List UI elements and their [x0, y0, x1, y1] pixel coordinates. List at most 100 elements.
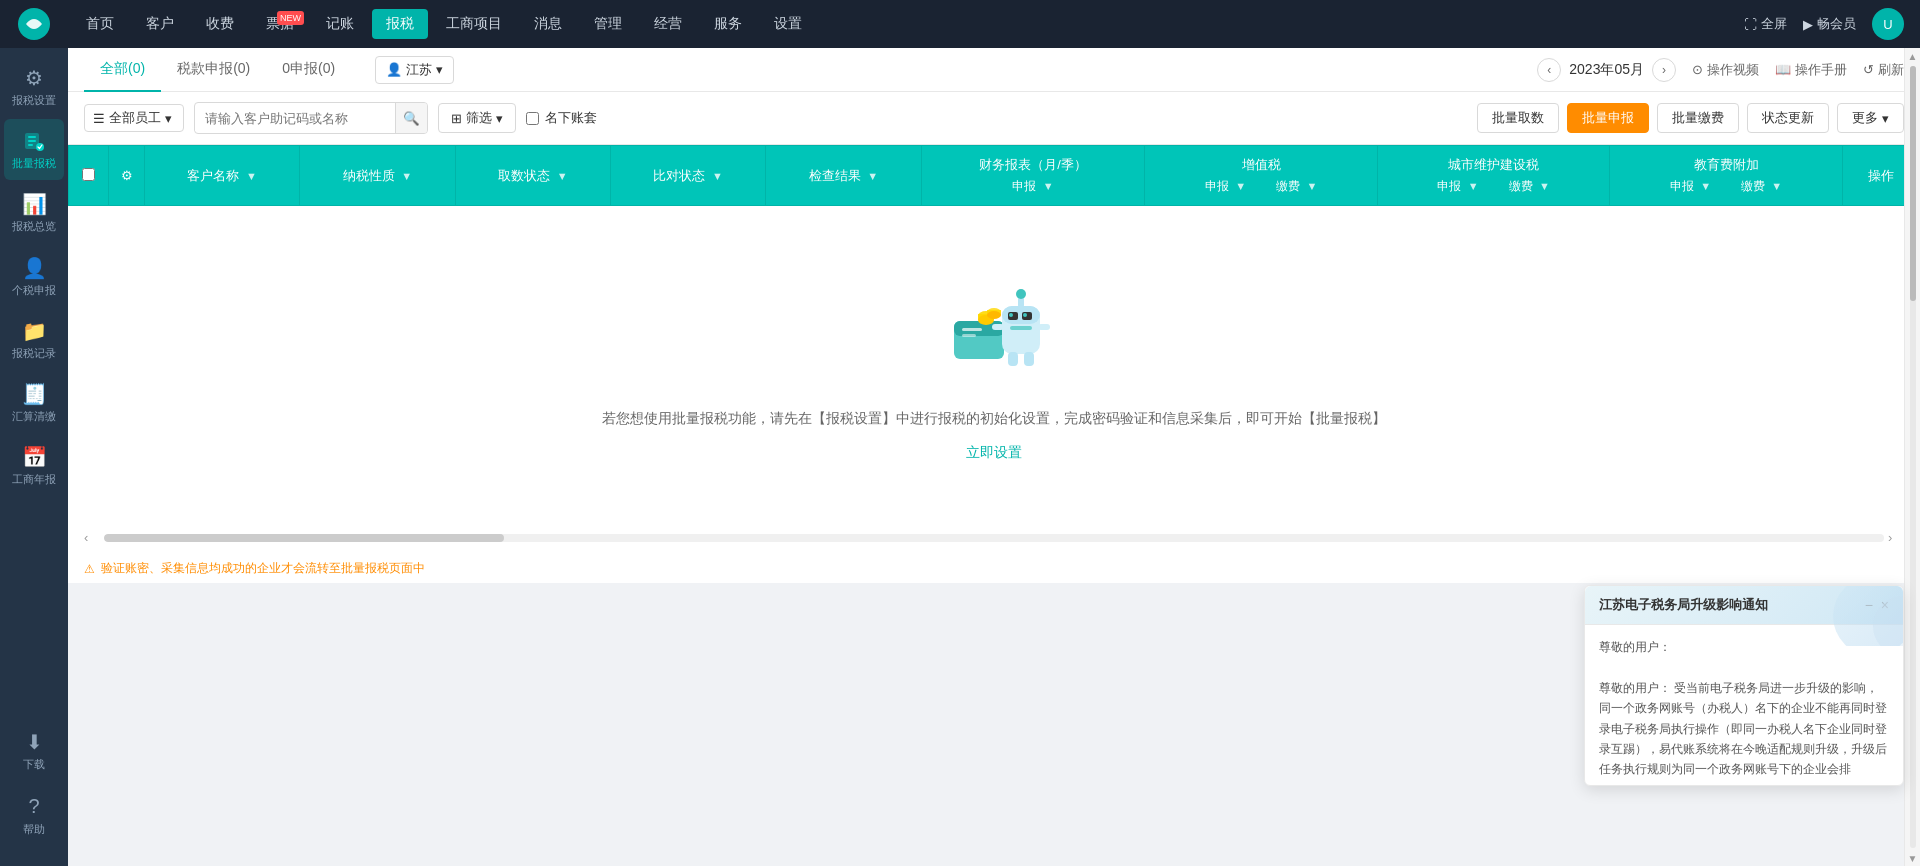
scrollbar-thumb	[104, 534, 504, 542]
notification-minimize-btn[interactable]: −	[1865, 597, 1873, 613]
new-badge: NEW	[277, 11, 304, 25]
refresh-btn[interactable]: ↺ 刷新	[1863, 61, 1904, 79]
th-tax-type: 纳税性质 ▼	[300, 146, 455, 206]
tab-tax-declaration[interactable]: 税款申报(0)	[161, 48, 266, 92]
filter-button[interactable]: ⊞ 筛选 ▾	[438, 103, 516, 133]
staff-selector[interactable]: ☰ 全部员工 ▾	[84, 104, 184, 132]
video-icon: ⊙	[1692, 62, 1703, 77]
operation-video-link[interactable]: ⊙ 操作视频	[1692, 61, 1759, 79]
sidebar-item-annual-report[interactable]: 📅 工商年报	[4, 435, 64, 496]
robot-illustration	[934, 266, 1054, 386]
svg-rect-28	[1024, 352, 1034, 366]
scroll-down-btn[interactable]: ▼	[1905, 850, 1921, 866]
nav-tax[interactable]: 报税	[372, 9, 428, 39]
fetch-status-filter-icon[interactable]: ▼	[557, 170, 568, 182]
nav-operation[interactable]: 经营	[640, 9, 696, 39]
sidebar-item-help[interactable]: ? 帮助	[4, 785, 64, 846]
sidebar-item-tax-records[interactable]: 📁 报税记录	[4, 309, 64, 370]
sidebar-label-tax-summary: 报税总览	[12, 220, 56, 233]
check-filter-icon[interactable]: ▼	[867, 170, 878, 182]
sidebar-item-download[interactable]: ⬇ 下载	[4, 720, 64, 781]
city-pay-filter[interactable]: ▼	[1539, 180, 1550, 192]
nav-home[interactable]: 首页	[72, 9, 128, 39]
setup-link[interactable]: 立即设置	[966, 444, 1022, 462]
th-edu: 教育费附加 申报 ▼ 缴费 ▼	[1610, 146, 1842, 206]
notification-text: 尊敬的用户：	[1599, 637, 1889, 657]
region-label: 江苏	[406, 61, 432, 79]
sidebar-item-tax-summary[interactable]: 📊 报税总览	[4, 182, 64, 243]
svg-rect-22	[1010, 326, 1032, 330]
vat-pay-filter[interactable]: ▼	[1306, 180, 1317, 192]
th-customer: 客户名称 申报 ▼	[145, 146, 300, 206]
top-navigation: 首页 客户 收费 票据 NEW 记账 报税 工商项目 消息 管理 经营 服务 设…	[0, 0, 1920, 48]
operation-manual-link[interactable]: 📖 操作手册	[1775, 61, 1847, 79]
nav-message[interactable]: 消息	[520, 9, 576, 39]
search-button[interactable]: 🔍	[395, 103, 427, 133]
search-input[interactable]	[195, 106, 395, 131]
th-gear[interactable]: ⚙	[109, 146, 145, 206]
compare-filter-icon[interactable]: ▼	[712, 170, 723, 182]
nav-manage[interactable]: 管理	[580, 9, 636, 39]
download-icon: ⬇	[22, 730, 46, 754]
tab-all[interactable]: 全部(0)	[84, 48, 161, 92]
sidebar-item-batch-tax[interactable]: 批量报税	[4, 119, 64, 180]
nav-biz[interactable]: 工商项目	[432, 9, 516, 39]
tab-all-count: 0	[133, 60, 141, 76]
horizontal-scrollbar[interactable]	[104, 534, 1884, 542]
month-navigation: ‹ 2023年05月 ›	[1537, 58, 1676, 82]
batch-declare-btn[interactable]: 批量申报	[1567, 103, 1649, 133]
vat-declare-filter[interactable]: ▼	[1235, 180, 1246, 192]
next-month-btn[interactable]: ›	[1652, 58, 1676, 82]
user-avatar[interactable]: U	[1872, 8, 1904, 40]
nav-billing[interactable]: 收费	[192, 9, 248, 39]
sidebar-item-tax-settings[interactable]: ⚙ 报税设置	[4, 56, 64, 117]
fullscreen-btn[interactable]: ⛶ 全屏	[1744, 15, 1787, 33]
edu-declare-filter[interactable]: ▼	[1700, 180, 1711, 192]
scroll-right-btn[interactable]: ›	[1888, 530, 1904, 546]
customer-sort-icon[interactable]: ▼	[246, 170, 257, 182]
book-icon: 📖	[1775, 62, 1791, 77]
tab-declare-count: 0	[238, 60, 246, 76]
edu-pay-filter[interactable]: ▼	[1771, 180, 1782, 192]
member-btn[interactable]: ▶ 畅会员	[1803, 15, 1856, 33]
sidebar-label-annual-report: 工商年报	[12, 473, 56, 486]
tab-zero-declaration[interactable]: 0申报(0)	[266, 48, 351, 92]
batch-tax-icon	[22, 129, 46, 153]
tax-records-icon: 📁	[22, 319, 46, 343]
nav-settings[interactable]: 设置	[760, 9, 816, 39]
notification-popup: 江苏电子税务局升级影响通知 − × 尊敬的用户： 尊敬的用户： 受当前电子税务局…	[1584, 585, 1904, 786]
name-accounts-input[interactable]	[526, 112, 539, 125]
city-declare-filter[interactable]: ▼	[1468, 180, 1479, 192]
toolbar-right: 批量取数 批量申报 批量缴费 状态更新 更多 ▾	[1477, 103, 1904, 133]
batch-fetch-btn[interactable]: 批量取数	[1477, 103, 1559, 133]
app-logo[interactable]	[16, 6, 52, 42]
more-btn[interactable]: 更多 ▾	[1837, 103, 1904, 133]
svg-rect-27	[1008, 352, 1018, 366]
name-accounts-checkbox[interactable]: 名下账套	[526, 109, 597, 127]
action-links: ⊙ 操作视频 📖 操作手册 ↺ 刷新	[1692, 61, 1904, 79]
scroll-up-btn[interactable]: ▲	[1905, 48, 1921, 64]
nav-customer[interactable]: 客户	[132, 9, 188, 39]
bottom-warning: ⚠ 验证账密、采集信息均成功的企业才会流转至批量报税页面中	[68, 554, 1920, 583]
nav-service[interactable]: 服务	[700, 9, 756, 39]
scroll-left-btn[interactable]: ‹	[84, 530, 100, 546]
tax-type-filter-icon[interactable]: ▼	[401, 170, 412, 182]
prev-month-btn[interactable]: ‹	[1537, 58, 1561, 82]
sidebar-item-personal-tax[interactable]: 👤 个税申报	[4, 246, 64, 307]
batch-pay-btn[interactable]: 批量缴费	[1657, 103, 1739, 133]
filter-icon: ⊞	[451, 111, 462, 126]
financial-filter-icon[interactable]: ▼	[1043, 180, 1054, 192]
status-update-btn[interactable]: 状态更新	[1747, 103, 1829, 133]
fullscreen-icon: ⛶	[1744, 17, 1757, 32]
th-fetch-status: 取数状态 ▼	[455, 146, 610, 206]
th-check-result: 检查结果 ▼	[766, 146, 921, 206]
notification-close-btn[interactable]: ×	[1881, 597, 1889, 613]
nav-accounting[interactable]: 记账	[312, 9, 368, 39]
sidebar-item-settlement[interactable]: 🧾 汇算清缴	[4, 372, 64, 433]
vertical-scrollbar-thumb	[1910, 66, 1916, 301]
tax-summary-icon: 📊	[22, 192, 46, 216]
region-selector[interactable]: 👤 江苏 ▾	[375, 56, 454, 84]
select-all-checkbox[interactable]	[82, 168, 95, 181]
nav-invoice[interactable]: 票据 NEW	[252, 9, 308, 39]
gear-icon: ⚙	[121, 168, 133, 183]
